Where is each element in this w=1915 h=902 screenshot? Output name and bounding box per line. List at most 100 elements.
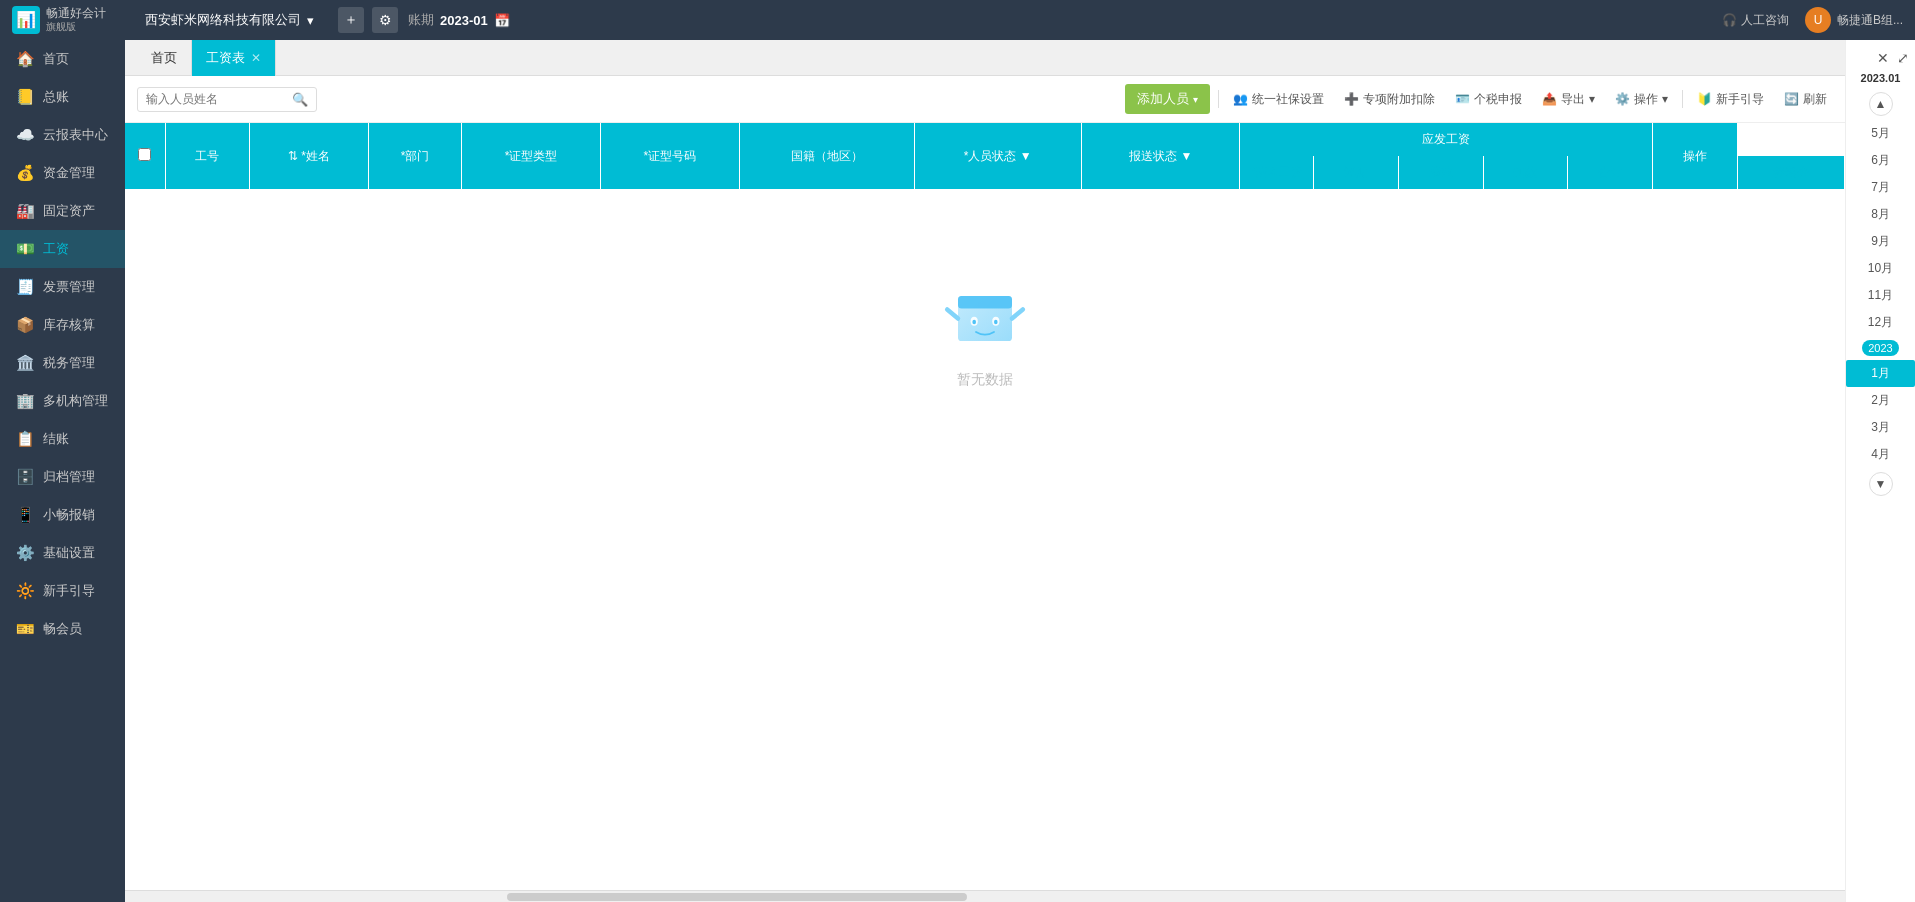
tax-declaration-button[interactable]: 🪪 个税申报 xyxy=(1449,87,1528,112)
sidebar-item-home[interactable]: 🏠 首页 xyxy=(0,40,125,78)
sort-icon[interactable]: ⇅ xyxy=(288,149,298,163)
date-panel-header: 2023.01 xyxy=(1861,68,1901,88)
sidebar-item-label: 基础设置 xyxy=(43,544,95,562)
sidebar-item-cloud-report[interactable]: ☁️ 云报表中心 xyxy=(0,116,125,154)
add-person-button[interactable]: 添加人员 ▾ xyxy=(1125,84,1210,114)
social-security-label: 统一社保设置 xyxy=(1252,91,1324,108)
invoice-icon: 🧾 xyxy=(16,278,35,296)
search-input[interactable] xyxy=(146,92,286,106)
tab-home-label: 首页 xyxy=(151,49,177,67)
empty-icon xyxy=(940,269,1030,359)
period-value: 2023-01 xyxy=(440,13,488,28)
month-item-jun[interactable]: 6月 xyxy=(1846,147,1915,174)
empty-text: 暂无数据 xyxy=(957,371,1013,389)
settings-button[interactable]: ⚙ xyxy=(372,7,398,33)
sidebar-item-fund[interactable]: 💰 资金管理 xyxy=(0,154,125,192)
table-header-nationality: 国籍（地区） xyxy=(739,123,914,189)
social-security-button[interactable]: 👥 统一社保设置 xyxy=(1227,87,1330,112)
sidebar-item-archive[interactable]: 🗄️ 归档管理 xyxy=(0,458,125,496)
special-deduction-icon: ➕ xyxy=(1344,92,1359,106)
chevron-down-icon: ▾ xyxy=(307,13,314,28)
sidebar-item-multi-org[interactable]: 🏢 多机构管理 xyxy=(0,382,125,420)
salary-table: 工号 ⇅ *姓名 *部门 *证型类型 *证型号码 国籍（地区） *人员状态 ▼ … xyxy=(125,123,1845,189)
month-item-aug[interactable]: 8月 xyxy=(1846,201,1915,228)
table-header-employee-id: 工号 xyxy=(165,123,250,189)
refresh-label: 刷新 xyxy=(1803,91,1827,108)
table-header-id-type: *证型类型 xyxy=(462,123,601,189)
bottom-scrollbar[interactable] xyxy=(125,890,1845,902)
calendar-icon[interactable]: 📅 xyxy=(494,13,510,28)
add-button[interactable]: ＋ xyxy=(338,7,364,33)
svg-rect-1 xyxy=(958,296,1012,309)
table-header-checkbox[interactable] xyxy=(125,123,165,189)
table-wrap: 工号 ⇅ *姓名 *部门 *证型类型 *证型号码 国籍（地区） *人员状态 ▼ … xyxy=(125,123,1845,890)
sidebar-item-invoice[interactable]: 🧾 发票管理 xyxy=(0,268,125,306)
month-item-feb[interactable]: 2月 xyxy=(1846,387,1915,414)
sidebar-item-label: 小畅报销 xyxy=(43,506,95,524)
factory-icon: 🏭 xyxy=(16,202,35,220)
sidebar-item-label: 总账 xyxy=(43,88,69,106)
newbie-guide-button[interactable]: 🔰 新手引导 xyxy=(1691,87,1770,112)
close-account-icon: 📋 xyxy=(16,430,35,448)
tab-home[interactable]: 首页 xyxy=(137,40,192,76)
guide-icon: 🔰 xyxy=(1697,92,1712,106)
sidebar-item-close-account[interactable]: 📋 结账 xyxy=(0,420,125,458)
logo-icon: 📊 xyxy=(12,6,40,34)
empty-state: 暂无数据 xyxy=(125,189,1845,469)
month-item-may[interactable]: 5月 xyxy=(1846,120,1915,147)
tab-salary[interactable]: 工资表 ✕ xyxy=(192,40,276,76)
user-area[interactable]: U 畅捷通B组... xyxy=(1805,7,1903,33)
year-badge: 2023 xyxy=(1862,340,1898,356)
panel-expand-button[interactable]: ⤢ xyxy=(1895,48,1911,68)
table-header-staff-status: *人员状态 ▼ xyxy=(914,123,1081,189)
filter-icon[interactable]: ▼ xyxy=(1020,149,1032,163)
scroll-up-button[interactable]: ▲ xyxy=(1869,92,1893,116)
tab-close-icon[interactable]: ✕ xyxy=(251,51,261,65)
table-header-allowance: 津贴 xyxy=(1314,156,1399,189)
month-item-oct[interactable]: 10月 xyxy=(1846,255,1915,282)
month-item-jul[interactable]: 7月 xyxy=(1846,174,1915,201)
svg-point-5 xyxy=(994,320,998,325)
header-actions: ＋ ⚙ xyxy=(338,7,398,33)
month-item-apr[interactable]: 4月 xyxy=(1846,441,1915,468)
guide-icon: 🔆 xyxy=(16,582,35,600)
month-item-nov[interactable]: 11月 xyxy=(1846,282,1915,309)
table-header-id-number: *证型号码 xyxy=(600,123,739,189)
special-deduction-button[interactable]: ➕ 专项附加扣除 xyxy=(1338,87,1441,112)
chevron-down-icon: ▾ xyxy=(1589,92,1595,106)
header-right: 🎧 人工咨询 U 畅捷通B组... xyxy=(1722,7,1903,33)
filter-icon[interactable]: ▼ xyxy=(1180,149,1192,163)
panel-close-button[interactable]: ✕ xyxy=(1875,48,1891,68)
month-item-sep[interactable]: 9月 xyxy=(1846,228,1915,255)
sidebar-item-tax[interactable]: 🏛️ 税务管理 xyxy=(0,344,125,382)
salary-icon: 💵 xyxy=(16,240,35,258)
table-header-performance: 绩效 xyxy=(1398,156,1483,189)
sidebar-item-inventory[interactable]: 📦 库存核算 xyxy=(0,306,125,344)
scroll-down-button[interactable]: ▼ xyxy=(1869,472,1893,496)
social-security-icon: 👥 xyxy=(1233,92,1248,106)
support-button[interactable]: 🎧 人工咨询 xyxy=(1722,12,1789,29)
company-selector[interactable]: 西安虾米网络科技有限公司 ▾ xyxy=(137,7,322,33)
month-item-jan[interactable]: 1月 xyxy=(1846,360,1915,387)
search-wrap[interactable]: 🔍 xyxy=(137,87,317,112)
sidebar-item-settings[interactable]: ⚙️ 基础设置 xyxy=(0,534,125,572)
select-all-checkbox[interactable] xyxy=(138,148,151,161)
export-label: 导出 xyxy=(1561,91,1585,108)
export-button[interactable]: 📤 导出 ▾ xyxy=(1536,87,1601,112)
sidebar-item-label: 多机构管理 xyxy=(43,392,108,410)
sidebar-item-ledger[interactable]: 📒 总账 xyxy=(0,78,125,116)
sidebar-item-salary[interactable]: 💵 工资 xyxy=(0,230,125,268)
scroll-thumb[interactable] xyxy=(507,893,967,901)
content-area: 首页 工资表 ✕ 🔍 添加人员 ▾ 👥 统一社保设置 xyxy=(125,40,1845,902)
sidebar-item-label: 工资 xyxy=(43,240,69,258)
month-item-dec[interactable]: 12月 xyxy=(1846,309,1915,336)
sidebar-item-guide[interactable]: 🔆 新手引导 xyxy=(0,572,125,610)
sidebar-item-expense[interactable]: 📱 小畅报销 xyxy=(0,496,125,534)
refresh-button[interactable]: 🔄 刷新 xyxy=(1778,87,1833,112)
sidebar-item-fixed-assets[interactable]: 🏭 固定资产 xyxy=(0,192,125,230)
month-item-mar[interactable]: 3月 xyxy=(1846,414,1915,441)
user-avatar: U xyxy=(1805,7,1831,33)
operation-button[interactable]: ⚙️ 操作 ▾ xyxy=(1609,87,1674,112)
tax-icon: 🏛️ xyxy=(16,354,35,372)
sidebar-item-member[interactable]: 🎫 畅会员 xyxy=(0,610,125,648)
